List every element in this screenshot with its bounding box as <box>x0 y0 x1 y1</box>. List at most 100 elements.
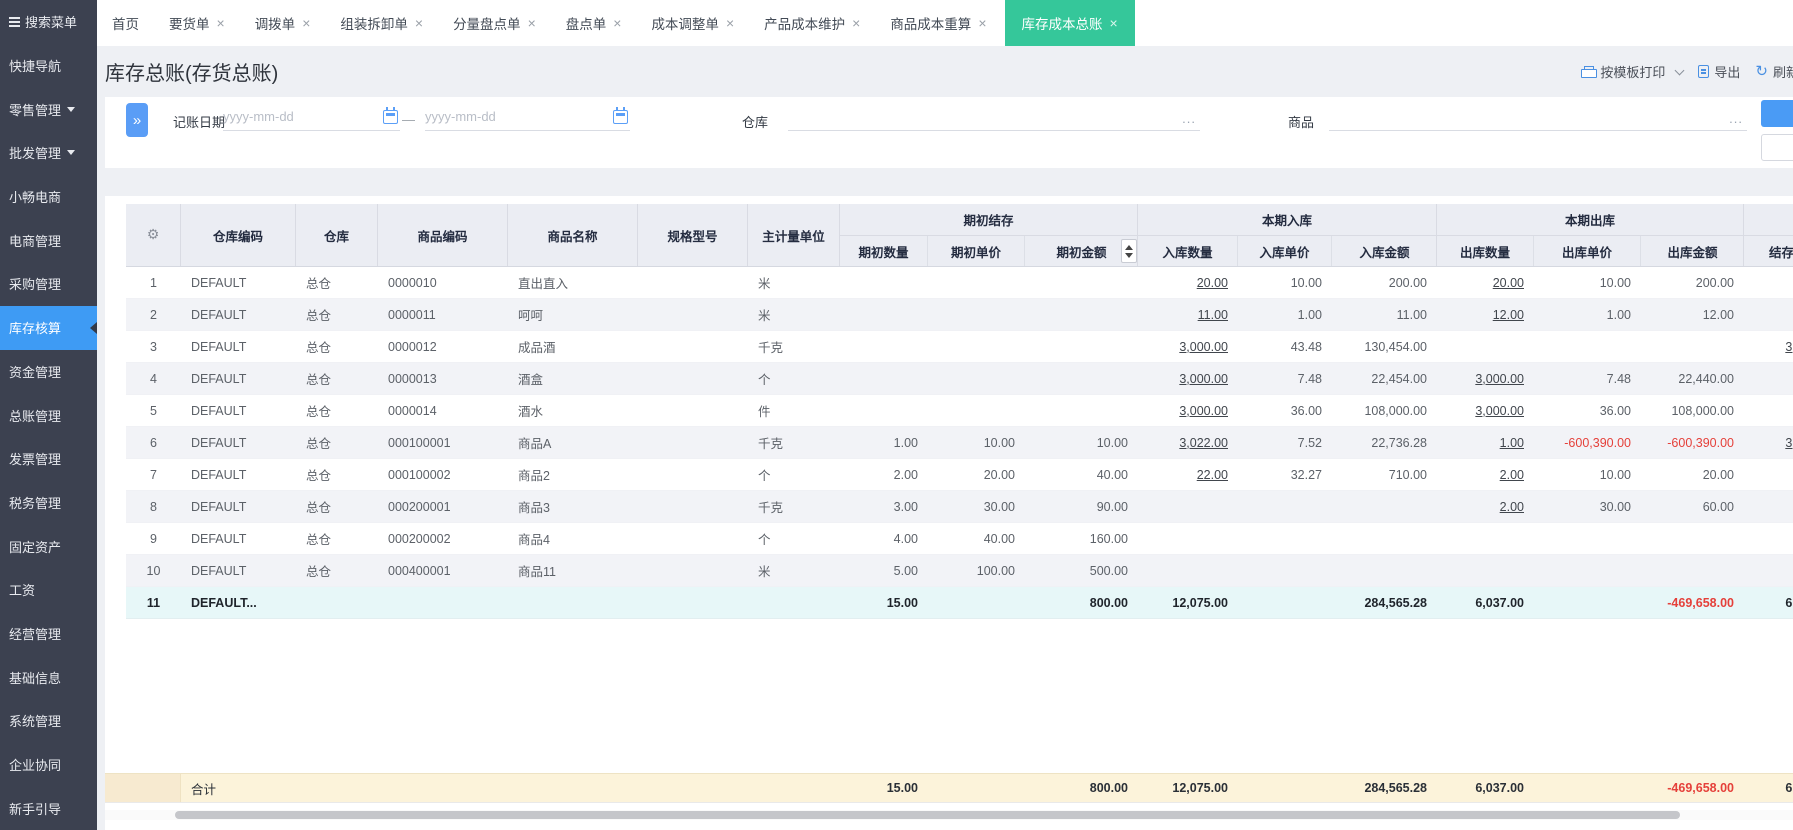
header-cell-price0[interactable]: 期初单价 <box>928 236 1025 266</box>
calendar-icon[interactable] <box>383 107 398 124</box>
sort-down-icon[interactable] <box>1125 252 1133 258</box>
sidebar-item-9[interactable]: 总账管理 <box>0 393 97 437</box>
h-scrollbar[interactable] <box>105 810 1793 820</box>
header-cell-qty_in[interactable]: 入库数量 <box>1138 236 1238 266</box>
cell-wh: 总仓 <box>296 331 378 362</box>
drill-link[interactable]: 3,022.00 <box>1179 436 1228 450</box>
export-button[interactable]: 导出 <box>1698 62 1740 81</box>
warehouse-input[interactable] <box>788 103 1200 129</box>
cell-value: 个 <box>758 469 771 483</box>
header-cell-qty0[interactable]: 期初数量 <box>840 236 928 266</box>
tab-6[interactable]: 成本调整单 × <box>651 13 734 33</box>
header-cell-name[interactable]: 商品名称 <box>508 204 638 266</box>
collapse-filter-button[interactable]: » <box>126 103 148 137</box>
cell-price_out <box>1534 555 1641 586</box>
drill-link[interactable]: 3,000.00 <box>1179 372 1228 386</box>
header-cell-spec[interactable]: 规格型号 <box>638 204 748 266</box>
sidebar-item-11[interactable]: 税务管理 <box>0 481 97 525</box>
h-scrollbar-thumb[interactable] <box>175 811 1680 819</box>
drill-link[interactable]: 20.00 <box>1493 276 1524 290</box>
drill-link[interactable]: 3,000.00 <box>1475 372 1524 386</box>
header-cell-price_out[interactable]: 出库单价 <box>1534 236 1641 266</box>
header-cell-amt_in[interactable]: 入库金额 <box>1332 236 1437 266</box>
primary-action-button[interactable] <box>1761 100 1793 127</box>
drill-link[interactable]: 1.00 <box>1500 436 1524 450</box>
sidebar-item-14[interactable]: 经营管理 <box>0 612 97 656</box>
sidebar-item-7[interactable]: 库存核算 <box>0 305 97 350</box>
gear-icon[interactable]: ⚙ <box>147 227 160 243</box>
print-by-template-button[interactable]: 按模板打印 <box>1581 62 1685 81</box>
sidebar-item-15[interactable]: 基础信息 <box>0 655 97 699</box>
header-cell-price_in[interactable]: 入库单价 <box>1238 236 1332 266</box>
tab-2[interactable]: 调拨单 × <box>255 13 311 33</box>
drill-link[interactable]: 22.00 <box>1197 468 1228 482</box>
sidebar-item-6[interactable]: 采购管理 <box>0 262 97 306</box>
cell-value: -600,390.00 <box>1667 435 1734 450</box>
drill-link[interactable]: 2.00 <box>1500 468 1524 482</box>
sidebar-item-16[interactable]: 系统管理 <box>0 699 97 743</box>
close-icon[interactable]: × <box>613 16 621 30</box>
tab-4[interactable]: 分量盘点单 × <box>453 13 536 33</box>
close-icon[interactable]: × <box>415 16 423 30</box>
sidebar-item-18[interactable]: 新手引导 <box>0 786 97 830</box>
drill-link[interactable]: 3,000.00 <box>1785 340 1793 354</box>
drill-link[interactable]: 12.00 <box>1493 308 1524 322</box>
cell-num: 3 <box>126 331 181 362</box>
drill-link[interactable]: 3,022.00 <box>1785 436 1793 450</box>
tab-8[interactable]: 商品成本重算 × <box>890 13 986 33</box>
warehouse-picker-button[interactable]: ... <box>1182 111 1196 126</box>
drill-link[interactable]: 20.00 <box>1197 276 1228 290</box>
sidebar-item-10[interactable]: 发票管理 <box>0 437 97 481</box>
calendar-icon[interactable] <box>613 107 628 124</box>
close-icon[interactable]: × <box>528 16 536 30</box>
tab-9[interactable]: 库存成本总账 × <box>1004 0 1135 46</box>
close-icon[interactable]: × <box>217 16 225 30</box>
chevron-down-icon[interactable] <box>1674 65 1685 75</box>
date-end-input[interactable] <box>425 103 630 129</box>
sidebar-item-3[interactable]: 批发管理 <box>0 131 97 175</box>
date-start-input[interactable] <box>223 103 400 129</box>
sidebar-item-13[interactable]: 工资 <box>0 568 97 612</box>
drill-link[interactable]: 3,000.00 <box>1179 340 1228 354</box>
header-cell-bal_qty[interactable]: 结存数量 <box>1744 236 1793 266</box>
sidebar-item-12[interactable]: 固定资产 <box>0 524 97 568</box>
cell-amt_out: -600,390.00 <box>1641 427 1744 458</box>
sidebar-item-17[interactable]: 企业协同 <box>0 743 97 787</box>
tab-1[interactable]: 要货单 × <box>169 13 225 33</box>
cell-bal_qty <box>1744 395 1793 426</box>
header-cell-qty_out[interactable]: 出库数量 <box>1437 236 1534 266</box>
sidebar-item-8[interactable]: 资金管理 <box>0 350 97 394</box>
close-icon[interactable]: × <box>978 16 986 30</box>
header-cell-amt0[interactable]: 期初金额 <box>1025 236 1138 266</box>
sidebar-item-5[interactable]: 电商管理 <box>0 218 97 262</box>
sort-spinner[interactable] <box>1121 239 1137 263</box>
header-cell-num[interactable]: ⚙ <box>126 204 181 266</box>
product-picker-button[interactable]: ... <box>1729 111 1743 126</box>
sidebar-item-0[interactable]: 搜索菜单 <box>0 0 97 44</box>
drill-link[interactable]: 2.00 <box>1500 500 1524 514</box>
drill-link[interactable]: 11.00 <box>1198 308 1228 322</box>
close-icon[interactable]: × <box>302 16 310 30</box>
table-row-8: 8 DEFAULT 总仓 000200001 商品3 千克 3.00 30.00 90.00 2.… <box>126 491 1793 523</box>
tab-5[interactable]: 盘点单 × <box>566 13 622 33</box>
product-input[interactable] <box>1329 103 1747 129</box>
drill-link[interactable]: 3,000.00 <box>1179 404 1228 418</box>
close-icon[interactable]: × <box>852 16 860 30</box>
close-icon[interactable]: × <box>726 16 734 30</box>
close-icon[interactable]: × <box>1110 16 1118 30</box>
sidebar-item-1[interactable]: 快捷导航 <box>0 44 97 88</box>
tab-3[interactable]: 组装拆卸单 × <box>340 13 423 33</box>
sort-up-icon[interactable] <box>1125 244 1133 250</box>
drill-link[interactable]: 3,000.00 <box>1475 404 1524 418</box>
refresh-button[interactable]: ↻ 刷新 <box>1755 62 1793 81</box>
tab-7[interactable]: 产品成本维护 × <box>764 13 860 33</box>
sidebar-item-2[interactable]: 零售管理 <box>0 87 97 131</box>
secondary-action-button[interactable] <box>1761 134 1793 161</box>
sidebar-item-4[interactable]: 小畅电商 <box>0 175 97 219</box>
tab-0[interactable]: 首页 <box>112 13 139 33</box>
header-cell-amt_out[interactable]: 出库金额 <box>1641 236 1744 266</box>
header-cell-code[interactable]: 商品编码 <box>378 204 508 266</box>
header-cell-wh[interactable]: 仓库 <box>296 204 378 266</box>
header-cell-wh_code[interactable]: 仓库编码 <box>181 204 296 266</box>
header-cell-unit[interactable]: 主计量单位 <box>748 204 840 266</box>
